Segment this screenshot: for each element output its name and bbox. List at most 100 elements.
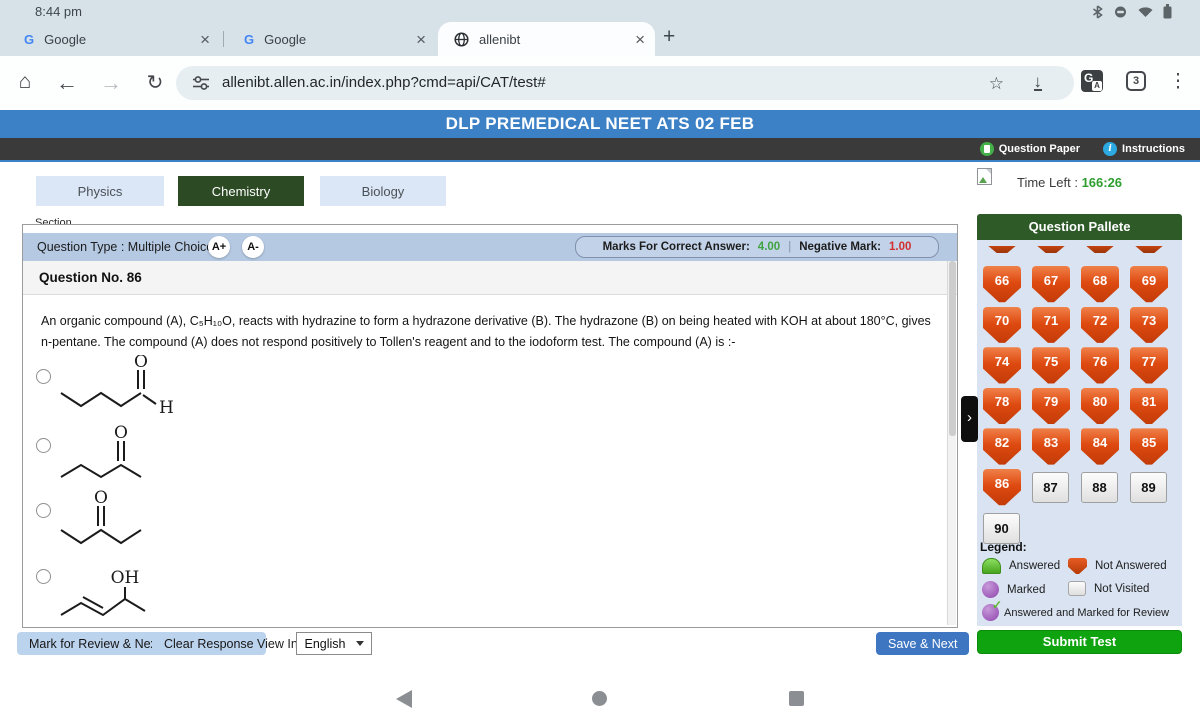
android-recents-button[interactable] <box>789 691 804 706</box>
site-settings-icon[interactable] <box>192 76 210 90</box>
palette-collapse-handle[interactable]: › <box>961 396 978 442</box>
svg-text:O: O <box>134 355 148 372</box>
palette-question-87[interactable]: 87 <box>1032 472 1069 503</box>
palette-clipped-button <box>1086 246 1114 253</box>
submit-test-button[interactable]: Submit Test <box>977 630 1182 654</box>
browser-tab-strip: G Google × G Google × allenibt × + <box>0 22 1200 56</box>
question-scrollbar[interactable] <box>947 261 956 625</box>
palette-question-73[interactable]: 73 <box>1130 306 1168 343</box>
svg-text:H: H <box>159 398 174 418</box>
palette-question-74[interactable]: 74 <box>983 347 1021 384</box>
palette-question-67[interactable]: 67 <box>1032 266 1070 303</box>
option-1-structure-pentanal[interactable]: O H <box>55 352 205 430</box>
browser-tab-1[interactable]: G Google × <box>8 22 220 56</box>
back-icon[interactable]: ← <box>54 70 80 96</box>
tab-close-icon[interactable]: × <box>200 31 210 48</box>
marked-shape-icon <box>982 581 999 598</box>
chevron-down-icon <box>355 641 364 646</box>
legend-not-answered: Not Answered <box>1068 558 1167 574</box>
instructions-button[interactable]: i Instructions <box>1103 142 1185 156</box>
question-scrollbar-thumb[interactable] <box>949 261 956 436</box>
palette-question-72[interactable]: 72 <box>1081 306 1119 343</box>
palette-question-86[interactable]: 86 <box>983 469 1021 506</box>
tab-title: Google <box>264 31 307 47</box>
time-left-label: Time Left : 166:26 <box>1017 175 1123 190</box>
palette-question-66[interactable]: 66 <box>983 266 1021 303</box>
not-visited-shape-icon <box>1068 581 1086 596</box>
option-4-radio[interactable] <box>36 569 51 584</box>
forward-icon[interactable]: → <box>98 70 124 96</box>
legend-answered: Answered <box>982 558 1060 574</box>
browser-toolbar: ⌂ ← → ↻ allenibt.allen.ac.in/index.php?c… <box>0 56 1200 110</box>
timer-row: Time Left : 166:26 <box>977 168 1187 192</box>
marks-label: Marks For Correct Answer: <box>602 241 750 253</box>
tab-switcher-button[interactable]: 3 <box>1126 71 1146 91</box>
save-and-next-button[interactable]: Save & Next <box>876 632 970 655</box>
palette-question-68[interactable]: 68 <box>1081 266 1119 303</box>
tab-close-icon[interactable]: × <box>416 31 426 48</box>
palette-question-70[interactable]: 70 <box>983 306 1021 343</box>
answered-marked-shape-icon: ✓ <box>982 598 1002 621</box>
subject-tab-physics[interactable]: Physics <box>36 176 164 206</box>
browser-tab-active[interactable]: allenibt × <box>438 22 655 56</box>
google-favicon: G <box>244 31 255 47</box>
home-icon[interactable]: ⌂ <box>12 70 38 94</box>
option-2-structure-pentan-2-one[interactable]: O <box>55 423 185 493</box>
palette-clipped-button <box>1037 246 1065 253</box>
option-4-structure-pent-3-en-2-ol[interactable]: OH <box>55 551 185 628</box>
status-clock: 8:44 pm <box>35 4 82 19</box>
palette-question-81[interactable]: 81 <box>1130 387 1168 425</box>
menu-kebab-icon[interactable]: ⋮ <box>1165 70 1191 93</box>
subject-tab-chemistry[interactable]: Chemistry <box>178 176 304 206</box>
android-status-bar: 8:44 pm <box>0 0 1200 22</box>
option-3-structure-pentan-3-one[interactable]: O <box>55 488 185 558</box>
palette-question-71[interactable]: 71 <box>1032 306 1070 343</box>
android-back-button[interactable] <box>396 690 412 708</box>
palette-question-80[interactable]: 80 <box>1081 387 1119 425</box>
browser-tab-2[interactable]: G Google × <box>228 22 436 56</box>
clear-response-button[interactable]: Clear Response <box>152 632 266 655</box>
subject-tab-biology[interactable]: Biology <box>320 176 446 206</box>
palette-question-84[interactable]: 84 <box>1081 428 1119 465</box>
negative-mark-label: Negative Mark: <box>799 241 881 253</box>
palette-question-79[interactable]: 79 <box>1032 387 1070 425</box>
url-bar[interactable]: allenibt.allen.ac.in/index.php?cmd=api/C… <box>176 66 1074 100</box>
tab-title: Google <box>44 31 87 47</box>
palette-question-88[interactable]: 88 <box>1081 472 1118 503</box>
palette-question-89[interactable]: 89 <box>1130 472 1167 503</box>
option-1-radio[interactable] <box>36 369 51 384</box>
translate-icon[interactable]: GA <box>1081 70 1103 92</box>
not-answered-shape-icon <box>1068 558 1087 574</box>
palette-question-69[interactable]: 69 <box>1130 266 1168 303</box>
status-icons <box>1092 4 1172 19</box>
mark-for-review-button[interactable]: Mark for Review & Next <box>17 632 173 655</box>
android-home-button[interactable] <box>592 691 607 706</box>
option-3-radio[interactable] <box>36 503 51 518</box>
new-tab-button[interactable]: + <box>663 25 675 49</box>
question-palette-panel: 66 67 68 69 70 71 72 73 74 75 76 77 78 79 80 81 82 83 84 85… <box>977 240 1182 626</box>
tab-title: allenibt <box>479 31 521 47</box>
reload-icon[interactable]: ↻ <box>142 70 168 95</box>
palette-question-78[interactable]: 78 <box>983 387 1021 425</box>
screen: 8:44 pm G Google × G Google × allenibt ×… <box>0 0 1200 720</box>
palette-question-82[interactable]: 82 <box>983 428 1021 465</box>
palette-question-83[interactable]: 83 <box>1032 428 1070 465</box>
palette-question-77[interactable]: 77 <box>1130 347 1168 384</box>
language-select[interactable]: English <box>296 632 372 655</box>
data-saver-icon <box>1115 6 1126 17</box>
url-text[interactable]: allenibt.allen.ac.in/index.php?cmd=api/C… <box>222 74 546 91</box>
tab-close-icon[interactable]: × <box>635 31 645 48</box>
question-card: Question Type : Multiple Choice A+ A- Ma… <box>22 224 958 628</box>
option-2-radio[interactable] <box>36 438 51 453</box>
bookmark-star-icon[interactable]: ☆ <box>989 74 1004 94</box>
font-increase-button[interactable]: A+ <box>208 236 230 258</box>
palette-question-90[interactable]: 90 <box>983 512 1020 544</box>
palette-question-85[interactable]: 85 <box>1130 428 1168 465</box>
legend-not-visited: Not Visited <box>1068 581 1149 596</box>
font-decrease-button[interactable]: A- <box>242 236 264 258</box>
question-paper-button[interactable]: Question Paper <box>979 142 1080 156</box>
negative-mark-value: 1.00 <box>889 241 912 253</box>
download-icon[interactable]: ↓ <box>1033 73 1042 92</box>
palette-question-75[interactable]: 75 <box>1032 347 1070 384</box>
palette-question-76[interactable]: 76 <box>1081 347 1119 384</box>
